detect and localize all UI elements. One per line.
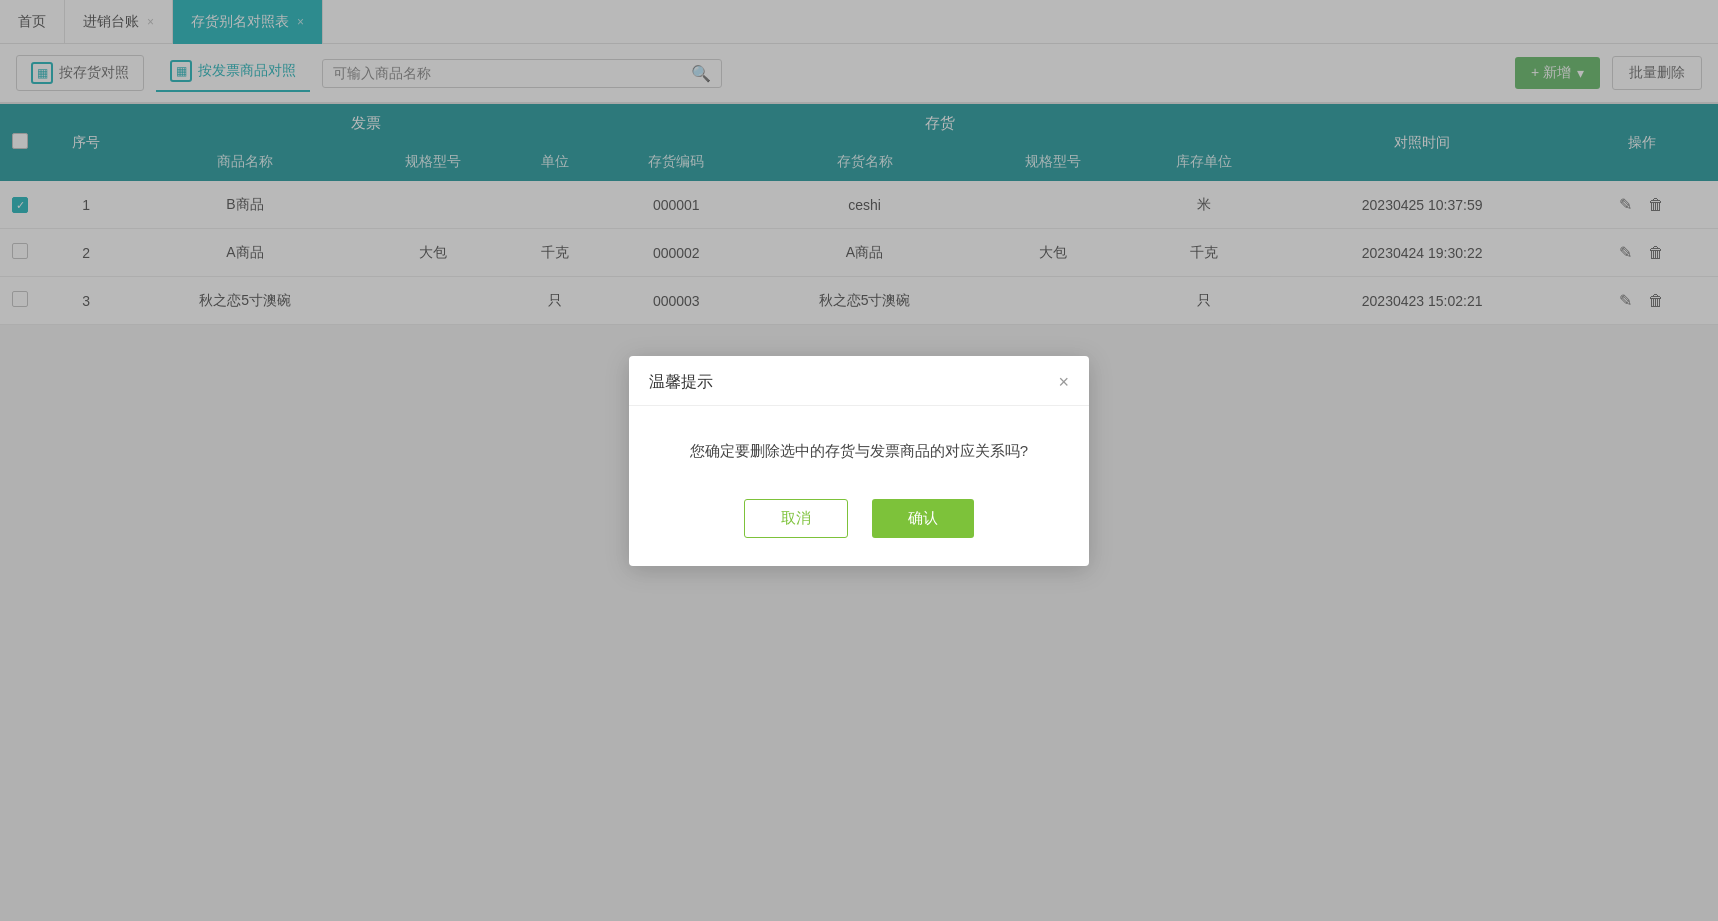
modal-overlay: 温馨提示 × 您确定要删除选中的存货与发票商品的对应关系吗? 取消 确认 [0,0,1718,325]
